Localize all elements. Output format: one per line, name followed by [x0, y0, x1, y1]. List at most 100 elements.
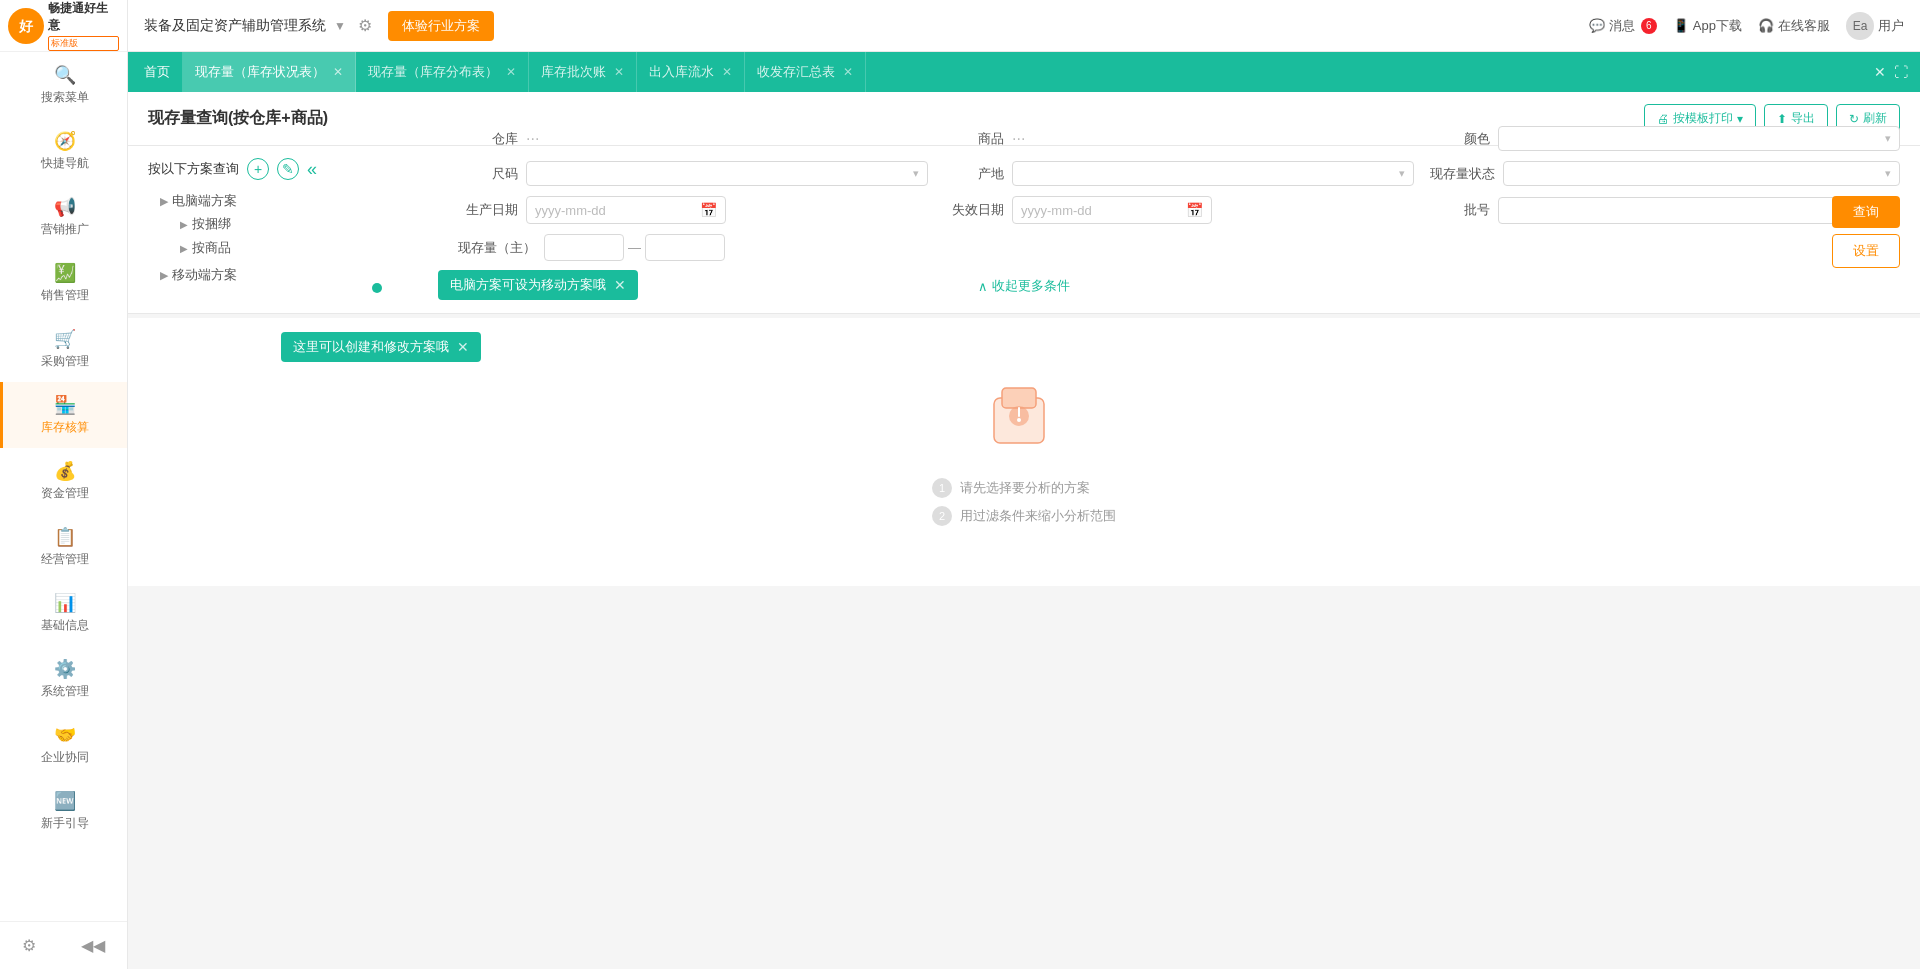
tab-inventory-status-label: 现存量（库存状况表） — [195, 63, 325, 81]
guide-icon: 🆕 — [54, 790, 76, 812]
sidebar-item-sales-label: 销售管理 — [41, 287, 89, 304]
compass-icon: 🧭 — [54, 130, 76, 152]
goods-field: 商品 ··· — [944, 126, 1414, 151]
collapse-btn[interactable]: ∧ 收起更多条件 — [978, 277, 1070, 295]
desktop-sub-label-2: 按商品 — [192, 239, 231, 257]
sidebar-item-quicknav[interactable]: 🧭 快捷导航 — [0, 118, 127, 184]
top-header: 装备及固定资产辅助管理系统 ▼ ⚙ 体验行业方案 💬 消息 6 📱 App下载 … — [128, 0, 1920, 52]
sidebar-item-inventory[interactable]: 🏪 库存核算 — [0, 382, 127, 448]
filter-area: 按以下方案查询 + ✎ « ▶ 电脑端方案 ▶ 按捆绑 ▶ — [128, 146, 1920, 314]
sidebar-item-operations[interactable]: 📋 经营管理 — [0, 514, 127, 580]
online-service-btn[interactable]: 🎧 在线客服 — [1758, 17, 1830, 35]
message-btn[interactable]: 💬 消息 6 — [1589, 17, 1657, 35]
warehouse-dots[interactable]: ··· — [526, 130, 539, 148]
size-field: 尺码 ▾ — [458, 161, 928, 186]
color-select[interactable]: ▾ — [1498, 126, 1900, 151]
settings-bottom-btn[interactable]: ⚙ — [18, 932, 40, 959]
sidebar-item-sales[interactable]: 💹 销售管理 — [0, 250, 127, 316]
app-logo-icon: 好 — [8, 8, 44, 44]
empty-step-2: 2 用过滤条件来缩小分析范围 — [932, 506, 1116, 526]
online-service-label: 在线客服 — [1778, 17, 1830, 35]
step-num-2: 2 — [932, 506, 952, 526]
tab-batch-account-close[interactable]: ✕ — [614, 65, 624, 79]
sidebar-item-purchase[interactable]: 🛒 采购管理 — [0, 316, 127, 382]
sidebar-item-search[interactable]: 🔍 搜索菜单 — [0, 52, 127, 118]
sidebar-item-marketing[interactable]: 📢 营销推广 — [0, 184, 127, 250]
filter-edit-btn[interactable]: ✎ — [277, 158, 299, 180]
sidebar-item-enterprise[interactable]: 🤝 企业协同 — [0, 712, 127, 778]
tab-close-all-btn[interactable]: ✕ — [1874, 64, 1886, 80]
color-select-arrow: ▾ — [1885, 132, 1891, 145]
stock-status-select[interactable]: ▾ — [1503, 161, 1900, 186]
qty-min-input[interactable] — [544, 234, 624, 261]
tab-maximize-btn[interactable]: ⛶ — [1894, 64, 1908, 80]
filter-back-btn[interactable]: « — [307, 159, 317, 180]
empty-step-2-text: 用过滤条件来缩小分析范围 — [960, 507, 1116, 525]
filter-row-4: 现存量（主） — — [458, 234, 1900, 261]
expiry-date-input-wrap[interactable]: yyyy-mm-dd 📅 — [1012, 196, 1212, 224]
export-icon: ⬆ — [1777, 112, 1787, 126]
tab-in-out-flow[interactable]: 出入库流水 ✕ — [637, 52, 745, 92]
sidebar-item-basicinfo[interactable]: 📊 基础信息 — [0, 580, 127, 646]
production-date-input-wrap[interactable]: yyyy-mm-dd 📅 — [526, 196, 726, 224]
tab-inventory-dist-close[interactable]: ✕ — [506, 65, 516, 79]
sidebar-item-system-label: 系统管理 — [41, 683, 89, 700]
origin-select[interactable]: ▾ — [1012, 161, 1414, 186]
sidebar-item-finance[interactable]: 💰 资金管理 — [0, 448, 127, 514]
filter-row-1: 仓库 ··· 商品 ··· 颜色 ▾ — [458, 126, 1900, 151]
industry-solution-btn[interactable]: 体验行业方案 — [388, 11, 494, 41]
tab-in-out-flow-close[interactable]: ✕ — [722, 65, 732, 79]
tab-home[interactable]: 首页 — [132, 52, 183, 92]
tab-receive-summary-label: 收发存汇总表 — [757, 63, 835, 81]
tooltip1-close-btn[interactable]: ✕ — [614, 277, 626, 293]
tab-batch-account[interactable]: 库存批次账 ✕ — [529, 52, 637, 92]
color-label: 颜色 — [1430, 130, 1490, 148]
tooltip-desktop-scheme: 电脑方案可设为移动方案哦 ✕ — [438, 270, 638, 300]
origin-field: 产地 ▾ — [944, 161, 1414, 186]
production-date-label: 生产日期 — [458, 201, 518, 219]
svg-rect-3 — [1002, 388, 1036, 408]
desktop-sub-label-1: 按捆绑 — [192, 215, 231, 233]
collapse-sidebar-btn[interactable]: ◀◀ — [77, 932, 109, 959]
qty-field: 现存量（主） — — [458, 234, 928, 261]
tooltip2-text: 这里可以创建和修改方案哦 — [293, 338, 449, 356]
sidebar-item-purchase-label: 采购管理 — [41, 353, 89, 370]
search-btn[interactable]: 查询 — [1832, 196, 1900, 228]
tab-inventory-status-close[interactable]: ✕ — [333, 65, 343, 79]
tab-bar: 首页 现存量（库存状况表） ✕ 现存量（库存分布表） ✕ 库存批次账 ✕ 出入库… — [128, 52, 1920, 92]
filter-row-2: 尺码 ▾ 产地 ▾ 现存量状态 — [458, 161, 1900, 186]
sidebar-bottom: ⚙ ◀◀ — [0, 921, 127, 969]
info-icon: 📊 — [54, 592, 76, 614]
header-gear-btn[interactable]: ⚙ — [358, 16, 372, 35]
sidebar-item-guide[interactable]: 🆕 新手引导 — [0, 778, 127, 844]
tab-inventory-status[interactable]: 现存量（库存状况表） ✕ — [183, 52, 356, 92]
size-select[interactable]: ▾ — [526, 161, 928, 186]
sidebar-item-basicinfo-label: 基础信息 — [41, 617, 89, 634]
stock-status-arrow: ▾ — [1885, 167, 1891, 180]
scheme-desktop-label: 电脑端方案 — [172, 192, 237, 210]
app-download-btn[interactable]: 📱 App下载 — [1673, 17, 1742, 35]
user-avatar: Ea — [1846, 12, 1874, 40]
search-reset-group: 查询 设置 — [1832, 196, 1900, 268]
batch-no-label: 批号 — [1430, 201, 1490, 219]
tooltip2-close-btn[interactable]: ✕ — [457, 339, 469, 355]
reset-btn[interactable]: 设置 — [1832, 234, 1900, 268]
empty-step-1: 1 请先选择要分析的方案 — [932, 478, 1116, 498]
empty-steps: 1 请先选择要分析的方案 2 用过滤条件来缩小分析范围 — [932, 478, 1116, 526]
goods-dots[interactable]: ··· — [1012, 130, 1025, 148]
message-icon: 💬 — [1589, 18, 1605, 33]
filter-add-btn[interactable]: + — [247, 158, 269, 180]
tab-receive-summary[interactable]: 收发存汇总表 ✕ — [745, 52, 866, 92]
tab-inventory-dist[interactable]: 现存量（库存分布表） ✕ — [356, 52, 529, 92]
printer-icon: 🖨 — [1657, 112, 1669, 126]
page-content: 现存量查询(按仓库+商品) 🖨 按模板打印 ▾ ⬆ 导出 ↻ 刷新 — [128, 92, 1920, 969]
sub-arrow-1: ▶ — [180, 219, 188, 230]
qty-max-input[interactable] — [645, 234, 725, 261]
user-profile-btn[interactable]: Ea 用户 — [1846, 12, 1904, 40]
tab-receive-summary-close[interactable]: ✕ — [843, 65, 853, 79]
batch-no-field: 批号 — [1430, 196, 1900, 224]
sidebar-item-system[interactable]: ⚙️ 系统管理 — [0, 646, 127, 712]
system-dropdown-btn[interactable]: ▼ — [334, 19, 346, 33]
warehouse-label: 仓库 — [458, 130, 518, 148]
sidebar-item-search-label: 搜索菜单 — [41, 89, 89, 106]
